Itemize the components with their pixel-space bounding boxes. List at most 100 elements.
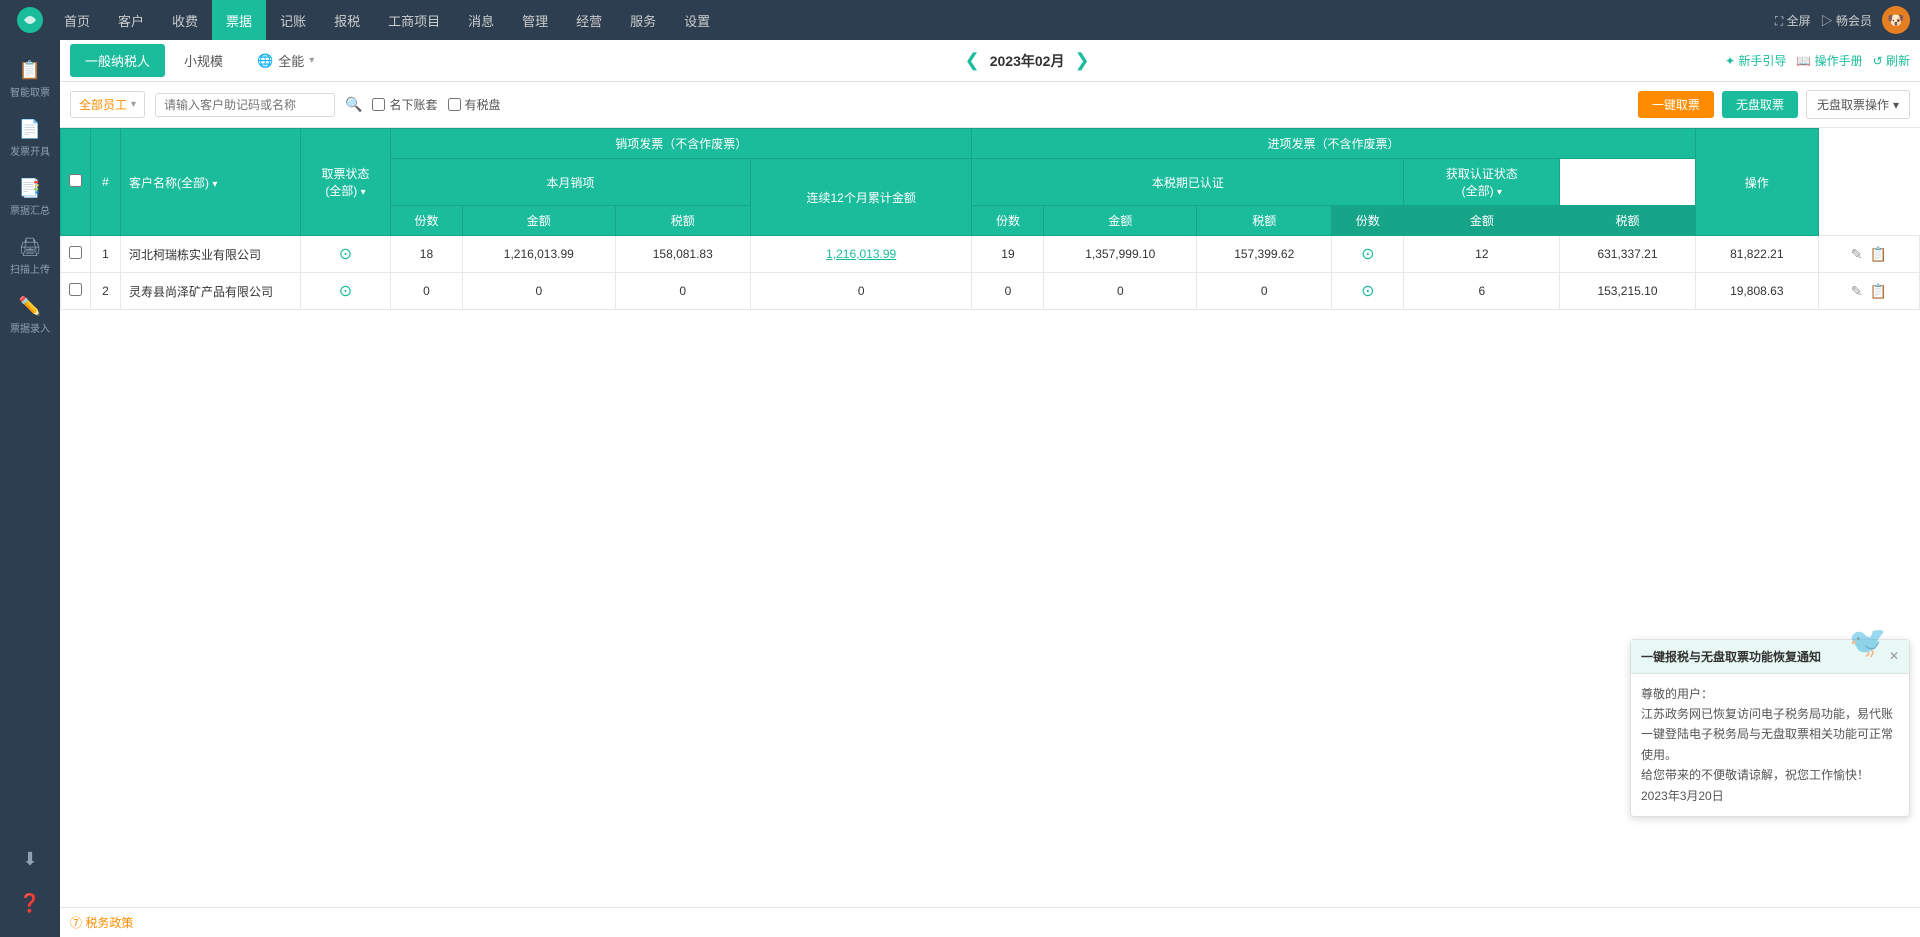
tab-small-scale[interactable]: 小规模 — [169, 44, 238, 77]
select-all-checkbox[interactable] — [69, 174, 82, 187]
header-company[interactable]: 客户名称(全部) ▾ — [121, 129, 301, 236]
header-purchase-count: 份数 — [972, 206, 1044, 236]
row-no: 2 — [91, 273, 121, 310]
toolbar-right: 一键取票 无盘取票 无盘取票操作 ▾ — [1638, 90, 1910, 119]
toolbar: 全部员工 ▾ 🔍 名下账套 有税盘 一键取票 无盘取票 无盘取票操作 ▾ — [60, 82, 1920, 128]
status-bar: ⑦ 税务政策 — [60, 907, 1920, 937]
nav-settings[interactable]: 设置 — [670, 0, 724, 40]
employee-select-label: 全部员工 — [79, 96, 127, 113]
sidebar-item-scan-upload[interactable]: 🖨 扫描上传 — [0, 227, 60, 286]
row-unc-count: 6 — [1404, 273, 1560, 310]
search-button[interactable]: 🔍 — [345, 96, 362, 113]
nav-bookkeeping[interactable]: 记账 — [266, 0, 320, 40]
nav-message[interactable]: 消息 — [454, 0, 508, 40]
sidebar-item-invoice-entry[interactable]: ✏️ 票据录入 — [0, 286, 60, 345]
row-consecutive12: 0 — [750, 273, 972, 310]
row-checkbox-0[interactable] — [69, 246, 82, 259]
sidebar-label-summary: 票据汇总 — [10, 202, 50, 217]
header-sales-tax: 税额 — [615, 206, 750, 236]
notification-content: 尊敬的用户： 江苏政务网已恢复访问电子税务局功能，易代账一键登陆电子税务局与无盘… — [1641, 684, 1899, 806]
next-period-btn[interactable]: ❯ — [1074, 50, 1089, 71]
checkbox-tax-disk[interactable]: 有税盘 — [448, 96, 501, 113]
tab-all-label: 全能 — [278, 51, 304, 70]
row-purchase-count: 0 — [972, 273, 1044, 310]
nav-business[interactable]: 工商项目 — [374, 0, 454, 40]
tab-right-actions: ✦ 新手引导 📖 操作手册 ↺ 刷新 — [1725, 52, 1910, 69]
nav-invoice[interactable]: 票据 — [212, 0, 266, 40]
header-operations: 操作 — [1695, 129, 1818, 236]
user-avatar[interactable]: 🐶 — [1882, 6, 1910, 34]
nav-home[interactable]: 首页 — [50, 0, 104, 40]
row-operations: ✎ 📋 — [1819, 273, 1920, 310]
sidebar-item-summary[interactable]: 📑 票据汇总 — [0, 168, 60, 227]
edit-btn[interactable]: ✎ — [1851, 246, 1863, 262]
invoice-table: # 客户名称(全部) ▾ 取票状态(全部) ▾ 销项发票（不含作废票） 进项发票… — [60, 128, 1920, 310]
nav-operation[interactable]: 经营 — [562, 0, 616, 40]
no-disk-ops-btn[interactable]: 无盘取票操作 ▾ — [1806, 90, 1910, 119]
table-row: 2 灵寿县尚泽矿产品有限公司 ⊙ 0 0 0 0 0 0 0 ⊙ 6 153,2… — [61, 273, 1920, 310]
header-purchase-tax: 税额 — [1197, 206, 1332, 236]
header-sales-count: 份数 — [391, 206, 463, 236]
prev-period-btn[interactable]: ❮ — [965, 50, 980, 71]
row-operations: ✎ 📋 — [1819, 236, 1920, 273]
scan-upload-icon: 🖨 — [19, 237, 42, 258]
row-consecutive12[interactable]: 1,216,013.99 — [750, 236, 972, 273]
tab-all[interactable]: 🌐 全能 ▾ — [242, 44, 329, 77]
edit-btn[interactable]: ✎ — [1851, 283, 1863, 299]
row-checkbox-1[interactable] — [69, 283, 82, 296]
fullscreen-btn[interactable]: ⛶ 全屏 — [1775, 12, 1811, 29]
nav-right: ⛶ 全屏 ▷ 畅会员 🐶 — [1775, 6, 1910, 34]
help-icon: ❓ — [19, 893, 41, 914]
nav-tax[interactable]: 报税 — [320, 0, 374, 40]
checkbox-my-accounts-label: 名下账套 — [389, 96, 437, 113]
header-unc-tax: 税额 — [1560, 206, 1695, 236]
period-label: 2023年02月 — [990, 51, 1065, 71]
row-cancel-status: ⊙ — [301, 236, 391, 273]
detail-btn[interactable]: 📋 — [1870, 246, 1887, 262]
search-input[interactable] — [155, 93, 335, 117]
header-confirm-status[interactable]: 获取认证状态(全部) ▾ — [1404, 159, 1560, 206]
nav-service[interactable]: 服务 — [616, 0, 670, 40]
row-unc-amount: 631,337.21 — [1560, 236, 1695, 273]
row-purchase-amount: 0 — [1044, 273, 1197, 310]
refresh-btn[interactable]: ↺ 刷新 — [1873, 52, 1910, 69]
no-disk-ops-label: 无盘取票操作 — [1817, 96, 1889, 113]
detail-btn[interactable]: 📋 — [1870, 283, 1887, 299]
checkbox-tax-disk-label: 有税盘 — [465, 96, 501, 113]
tab-general-taxpayer[interactable]: 一般纳税人 — [70, 44, 165, 77]
no-disk-fetch-btn[interactable]: 无盘取票 — [1722, 91, 1798, 118]
sidebar-bottom-icon1[interactable]: ⬇ — [19, 839, 41, 883]
header-no: # — [91, 129, 121, 236]
notification-body: 尊敬的用户： 江苏政务网已恢复访问电子税务局功能，易代账一键登陆电子税务局与无盘… — [1631, 674, 1909, 816]
header-purchase-invoice: 进项发票（不含作废票） — [972, 129, 1695, 159]
employee-select[interactable]: 全部员工 ▾ — [70, 91, 145, 118]
globe-icon: 🌐 — [257, 53, 273, 69]
nav-fee[interactable]: 收费 — [158, 0, 212, 40]
sidebar-label-open-invoice: 发票开具 — [10, 143, 50, 158]
header-sales-amount: 金额 — [462, 206, 615, 236]
nav-customer[interactable]: 客户 — [104, 0, 158, 40]
summary-icon: 📑 — [19, 178, 41, 199]
checkbox-tax-disk-input[interactable] — [448, 98, 461, 111]
tax-policy-link[interactable]: ⑦ 税务政策 — [70, 914, 133, 931]
checkbox-my-accounts[interactable]: 名下账套 — [372, 96, 437, 113]
chevron-down-icon: ▾ — [309, 55, 314, 66]
tab-bar: 一般纳税人 小规模 🌐 全能 ▾ ❮ 2023年02月 ❯ ✦ 新手引导 📖 操… — [60, 40, 1920, 82]
header-sales-invoice: 销项发票（不含作废票） — [391, 129, 972, 159]
row-sales-count: 0 — [391, 273, 463, 310]
download-icon: ⬇ — [22, 849, 37, 870]
nav-manage[interactable]: 管理 — [508, 0, 562, 40]
vip-btn[interactable]: ▷ 畅会员 — [1821, 12, 1872, 29]
row-unc-count: 12 — [1404, 236, 1560, 273]
new-guide-btn[interactable]: ✦ 新手引导 — [1725, 52, 1786, 69]
one-click-fetch-btn[interactable]: 一键取票 — [1638, 91, 1714, 118]
sidebar-item-open-invoice[interactable]: 📄 发票开具 — [0, 109, 60, 168]
sidebar-bottom-icon2[interactable]: ❓ — [19, 883, 41, 927]
row-purchase-count: 19 — [972, 236, 1044, 273]
checkbox-my-accounts-input[interactable] — [372, 98, 385, 111]
row-unc-amount: 153,215.10 — [1560, 273, 1695, 310]
manual-btn[interactable]: 📖 操作手册 — [1796, 52, 1862, 69]
sidebar-item-smart-fetch[interactable]: 📋 智能取票 — [0, 50, 60, 109]
row-purchase-amount: 1,357,999.10 — [1044, 236, 1197, 273]
header-cancel-status[interactable]: 取票状态(全部) ▾ — [301, 129, 391, 236]
